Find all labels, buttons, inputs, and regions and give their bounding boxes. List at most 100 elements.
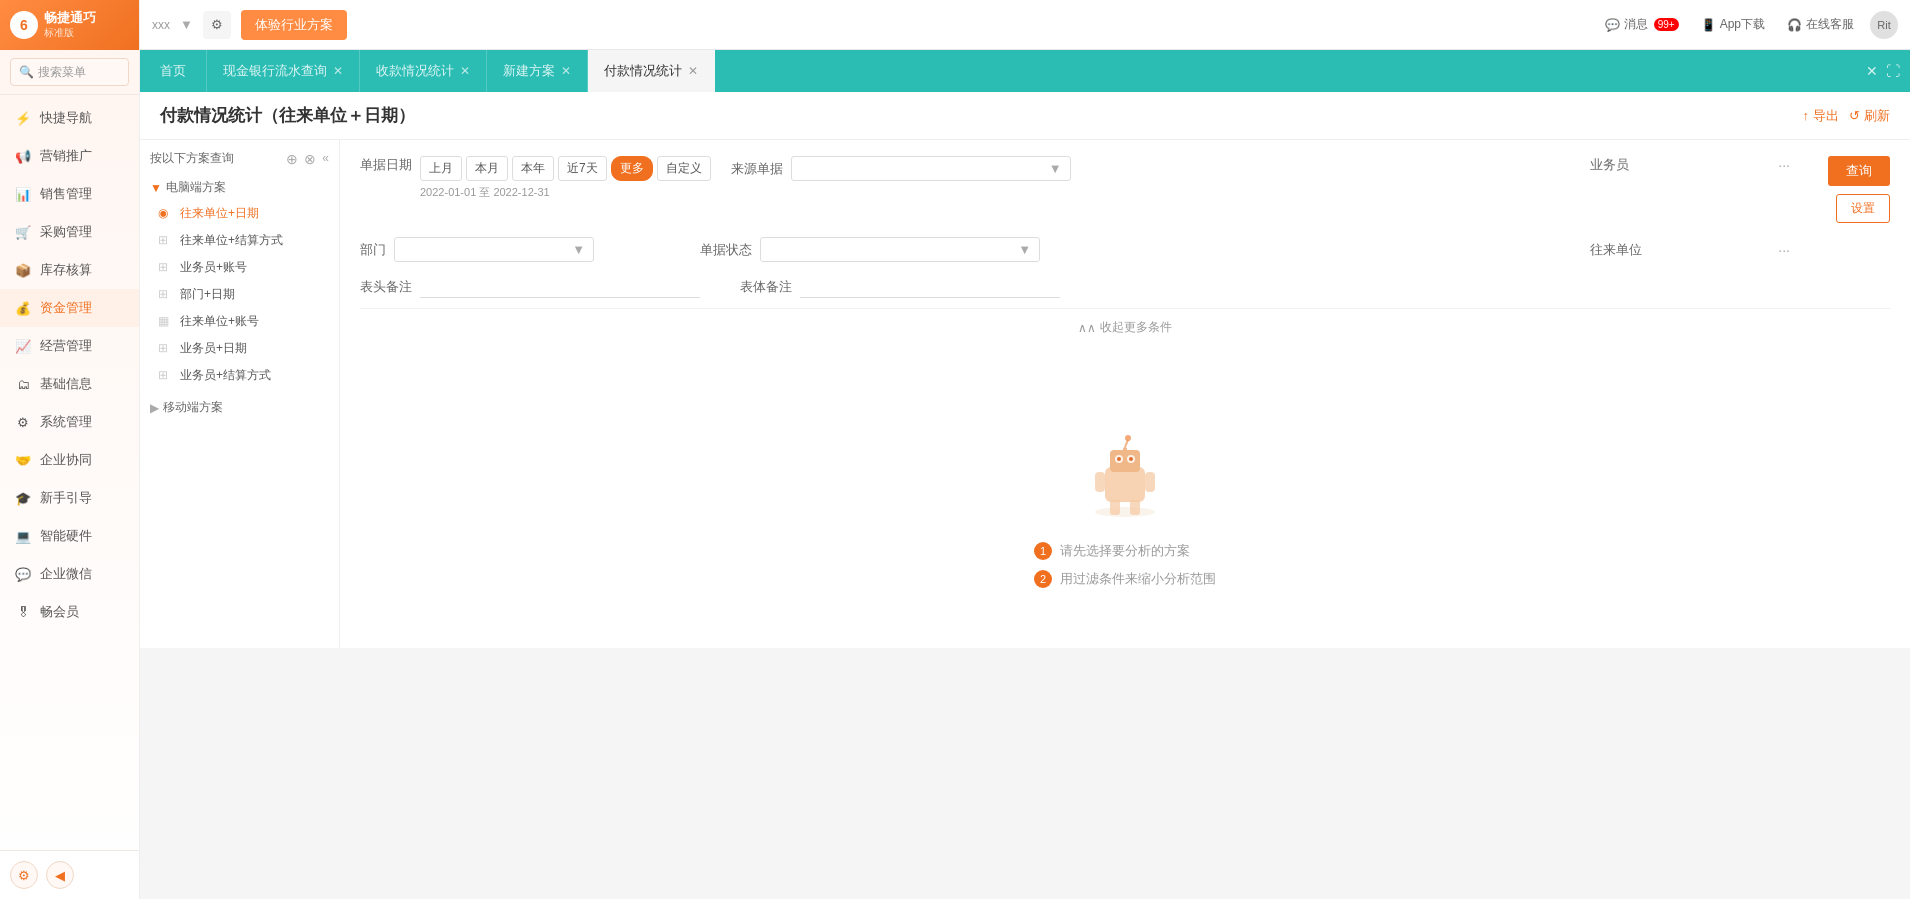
empty-tip-1: 1 请先选择要分析的方案	[1034, 542, 1216, 560]
scheme-chart-icon: ◉	[158, 206, 174, 222]
scheme-item-salesman-date[interactable]: ⊞ 业务员+日期	[150, 335, 329, 362]
source-select[interactable]: ▼	[791, 156, 1071, 181]
tab-home[interactable]: 首页	[140, 50, 207, 92]
sidebar-item-label: 系统管理	[40, 413, 92, 431]
sidebar-item-quick-nav[interactable]: ⚡ 快捷导航	[0, 99, 139, 137]
scheme-item-partner-settle[interactable]: ⊞ 往来单位+结算方式	[150, 227, 329, 254]
tip-2-text: 用过滤条件来缩小分析范围	[1060, 570, 1216, 588]
tab-payment[interactable]: 付款情况统计 ✕	[588, 50, 715, 92]
page: 付款情况统计（往来单位＋日期） ↑ 导出 ↺ 刷新 按以下方案查询 ⊕	[140, 92, 1910, 899]
query-button[interactable]: 查询	[1828, 156, 1890, 186]
collapse-sidebar-button[interactable]: ◀	[46, 861, 74, 889]
date-options: 上月 本月 本年 近7天 更多 自定义	[420, 156, 711, 181]
filter-settings-button[interactable]: 设置	[1836, 194, 1890, 223]
sidebar-item-basic-info[interactable]: 🗂 基础信息	[0, 365, 139, 403]
date-btn-this-month[interactable]: 本月	[466, 156, 508, 181]
sidebar-item-hardware[interactable]: 💻 智能硬件	[0, 517, 139, 555]
export-button[interactable]: ↑ 导出	[1803, 107, 1840, 125]
new-scheme-tab-label: 新建方案	[503, 62, 555, 80]
desktop-group-title[interactable]: ▼ 电脑端方案	[150, 175, 329, 200]
notification-label: 消息	[1624, 16, 1648, 33]
sidebar-item-label: 销售管理	[40, 185, 92, 203]
scheme-settings-button[interactable]: ⊗	[304, 151, 316, 167]
scheme-item-dept-date[interactable]: ⊞ 部门+日期	[150, 281, 329, 308]
sidebar-item-system[interactable]: ⚙ 系统管理	[0, 403, 139, 441]
date-btn-this-year[interactable]: 本年	[512, 156, 554, 181]
notification-button[interactable]: 💬 消息 99+	[1599, 12, 1685, 37]
logo-icon: 6	[10, 11, 38, 39]
sidebar-item-label: 畅会员	[40, 603, 79, 621]
sidebar-header: 6 畅捷通巧 标准版	[0, 0, 139, 50]
collapse-icon: ∧∧	[1078, 321, 1096, 335]
add-scheme-button[interactable]: ⊕	[286, 151, 298, 167]
search-menu-button[interactable]: 🔍 搜索菜单	[10, 58, 129, 86]
body-note-input[interactable]	[800, 276, 1060, 298]
tip-num-1: 1	[1034, 542, 1052, 560]
sidebar-nav: ⚡ 快捷导航 📢 营销推广 📊 销售管理 🛒 采购管理 📦 库存核算 💰 资金管…	[0, 95, 139, 850]
panel-header-actions: ⊕ ⊗ «	[286, 151, 329, 167]
scheme-item-salesman-settle[interactable]: ⊞ 业务员+结算方式	[150, 362, 329, 389]
sidebar-item-sales[interactable]: 📊 销售管理	[0, 175, 139, 213]
scheme-item-partner-account[interactable]: ▦ 往来单位+账号	[150, 308, 329, 335]
sidebar-item-wechat[interactable]: 💬 企业微信	[0, 555, 139, 593]
online-service-button[interactable]: 🎧 在线客服	[1781, 12, 1860, 37]
svg-line-12	[1125, 440, 1128, 447]
expand-tabs-button[interactable]: ⛶	[1886, 63, 1900, 79]
scheme-table-icon-5: ⊞	[158, 368, 174, 384]
sidebar-item-purchase[interactable]: 🛒 采购管理	[0, 213, 139, 251]
salesman-ellipsis-button[interactable]: ···	[1778, 157, 1790, 173]
svg-point-13	[1125, 435, 1131, 441]
bank-tab-close[interactable]: ✕	[333, 64, 343, 78]
topbar-dropdown-icon[interactable]: ▼	[180, 17, 193, 32]
department-select[interactable]: ▼	[394, 237, 594, 262]
sidebar-item-vip[interactable]: 🎖 畅会员	[0, 593, 139, 631]
header-note-input[interactable]	[420, 276, 700, 298]
refresh-button[interactable]: ↺ 刷新	[1849, 107, 1890, 125]
scheme-table-icon-3: ⊞	[158, 287, 174, 303]
payment-tab-close[interactable]: ✕	[688, 64, 698, 78]
sidebar-item-marketing[interactable]: 📢 营销推广	[0, 137, 139, 175]
date-btn-last-7[interactable]: 近7天	[558, 156, 607, 181]
body-note-label: 表体备注	[740, 278, 792, 296]
tab-receipt[interactable]: 收款情况统计 ✕	[360, 50, 487, 92]
tab-new-scheme[interactable]: 新建方案 ✕	[487, 50, 588, 92]
sidebar-item-guide[interactable]: 🎓 新手引导	[0, 479, 139, 517]
scheme-item-partner-date[interactable]: ◉ 往来单位+日期	[150, 200, 329, 227]
sidebar-item-finance[interactable]: 💰 资金管理	[0, 289, 139, 327]
empty-illustration	[1075, 422, 1175, 522]
topbar-gear-button[interactable]: ⚙	[203, 11, 231, 39]
sidebar-footer: ⚙ ◀	[0, 850, 139, 899]
date-btn-last-month[interactable]: 上月	[420, 156, 462, 181]
empty-tips: 1 请先选择要分析的方案 2 用过滤条件来缩小分析范围	[1034, 542, 1216, 588]
close-all-tabs-button[interactable]: ✕	[1866, 63, 1878, 79]
date-btn-custom[interactable]: 自定义	[657, 156, 711, 181]
purchase-icon: 🛒	[14, 223, 32, 241]
empty-state: 1 请先选择要分析的方案 2 用过滤条件来缩小分析范围	[340, 362, 1910, 648]
scheme-item-salesman-account[interactable]: ⊞ 业务员+账号	[150, 254, 329, 281]
main-content: xxx ▼ ⚙ 体验行业方案 💬 消息 99+ 📱 App下载 🎧 在线客服 R…	[140, 0, 1910, 899]
collapse-more-btn-row: ∧∧ 收起更多条件	[360, 308, 1890, 346]
app-edition: 标准版	[44, 26, 96, 40]
mobile-group-title[interactable]: ▶ 移动端方案	[150, 395, 329, 420]
trial-button[interactable]: 体验行业方案	[241, 10, 347, 40]
basic-info-icon: 🗂	[14, 375, 32, 393]
sidebar-item-inventory[interactable]: 📦 库存核算	[0, 251, 139, 289]
partner-filter-label: 往来单位	[1590, 241, 1642, 259]
app-download-button[interactable]: 📱 App下载	[1695, 12, 1771, 37]
bank-tab-label: 现金银行流水查询	[223, 62, 327, 80]
receipt-tab-close[interactable]: ✕	[460, 64, 470, 78]
date-btn-more[interactable]: 更多	[611, 156, 653, 181]
sidebar-item-enterprise[interactable]: 🤝 企业协同	[0, 441, 139, 479]
collapse-more-button[interactable]: ∧∧ 收起更多条件	[1078, 319, 1172, 336]
new-scheme-tab-close[interactable]: ✕	[561, 64, 571, 78]
partner-ellipsis-button[interactable]: ···	[1778, 242, 1790, 258]
sidebar-item-operation[interactable]: 📈 经营管理	[0, 327, 139, 365]
tab-bank[interactable]: 现金银行流水查询 ✕	[207, 50, 360, 92]
settings-footer-button[interactable]: ⚙	[10, 861, 38, 889]
marketing-icon: 📢	[14, 147, 32, 165]
date-range-text: 2022-01-01 至 2022-12-31	[420, 185, 711, 200]
collapse-panel-button[interactable]: «	[322, 151, 329, 167]
doc-status-select[interactable]: ▼	[760, 237, 1040, 262]
sidebar-item-label: 采购管理	[40, 223, 92, 241]
user-avatar[interactable]: Rit	[1870, 11, 1898, 39]
